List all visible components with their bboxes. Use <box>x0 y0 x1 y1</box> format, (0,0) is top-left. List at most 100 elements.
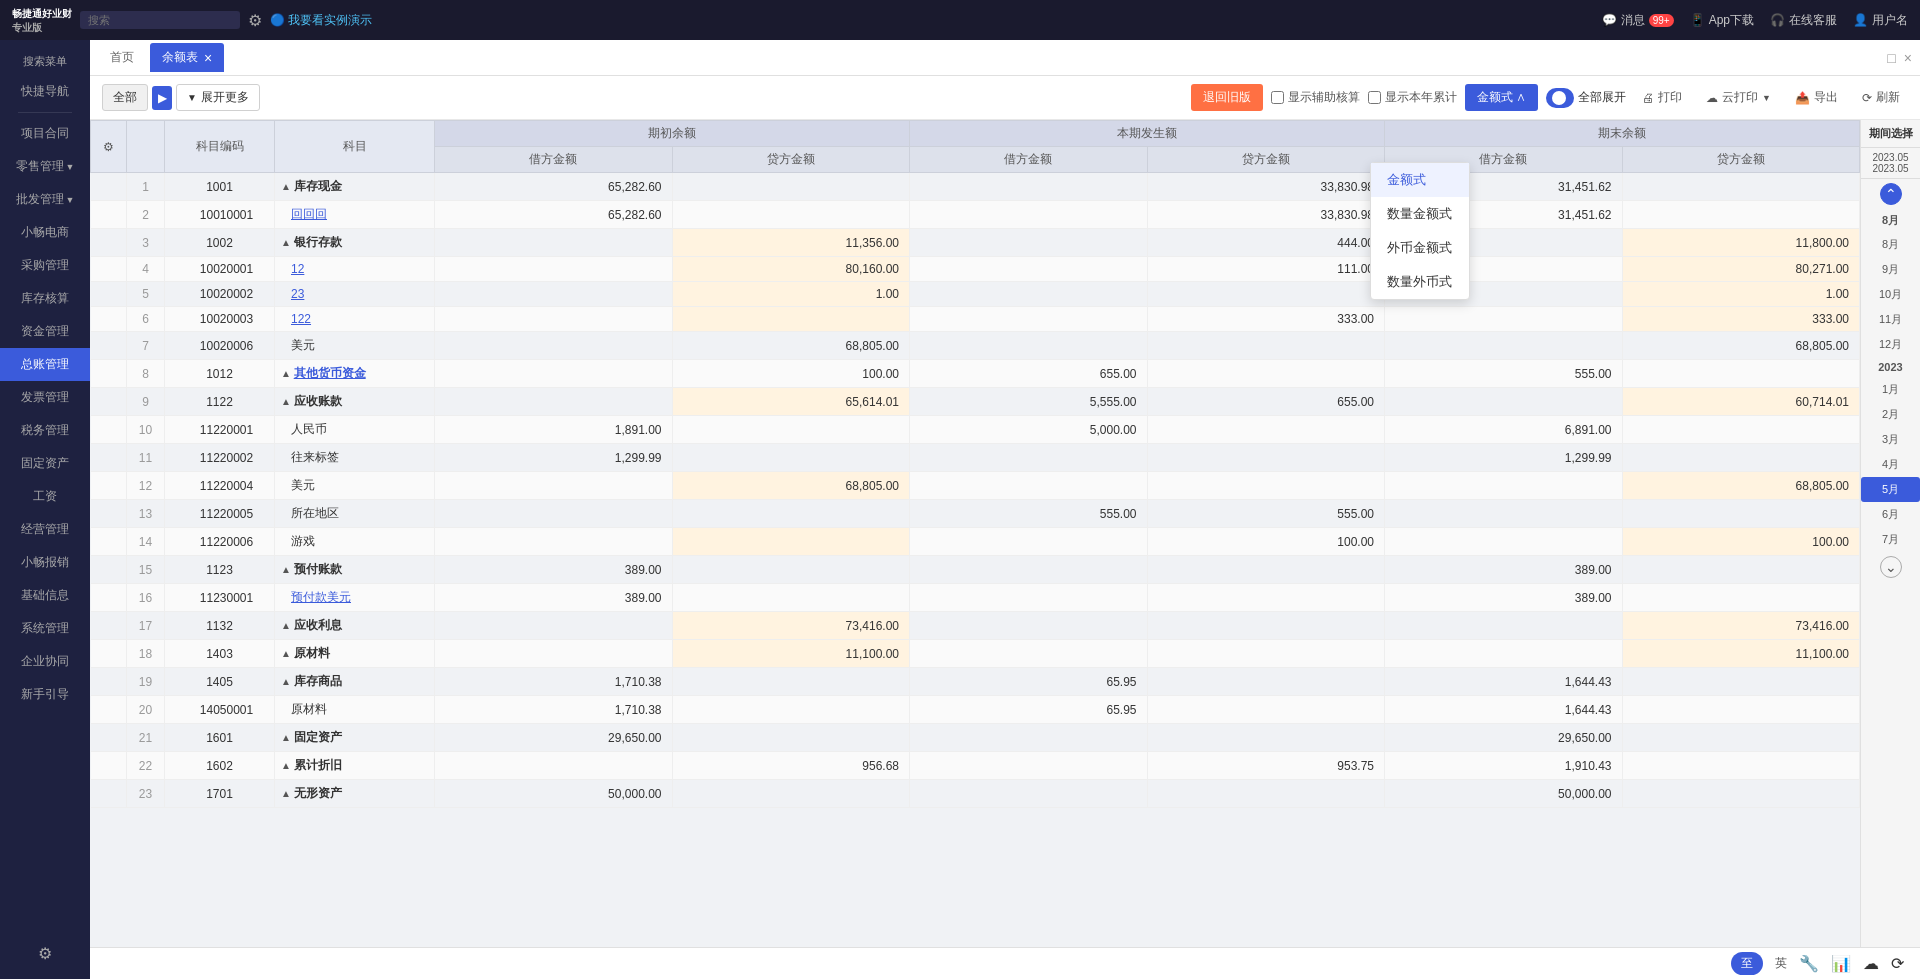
row-settings[interactable] <box>91 332 127 360</box>
row-settings[interactable] <box>91 444 127 472</box>
sidebar-item-tax[interactable]: 税务管理 <box>0 414 90 447</box>
scroll-up-button[interactable]: ⌃ <box>1880 183 1902 205</box>
restore-icon[interactable]: □ <box>1887 50 1895 66</box>
row-settings[interactable] <box>91 416 127 444</box>
sidebar-item-capital[interactable]: 资金管理 <box>0 315 90 348</box>
row-settings[interactable] <box>91 229 127 257</box>
sidebar-item-system[interactable]: 系统管理 <box>0 612 90 645</box>
show-year-total-check[interactable]: 显示本年累计 <box>1368 89 1457 106</box>
lang-toggle[interactable]: 英 <box>1775 955 1787 972</box>
show-assist-checkbox[interactable] <box>1271 91 1284 104</box>
view-mode-button[interactable]: 金额式 ∧ <box>1465 84 1538 111</box>
dropdown-item-amount[interactable]: 金额式 <box>1371 163 1469 197</box>
dropdown-item-qty-foreign[interactable]: 数量外币式 <box>1371 265 1469 299</box>
row-name[interactable]: 122 <box>275 307 435 332</box>
window-close-icon[interactable]: × <box>1904 50 1912 66</box>
print-button[interactable]: 🖨 打印 <box>1634 85 1690 110</box>
expand-more-button[interactable]: ▼ 展开更多 <box>176 84 260 111</box>
th-settings[interactable]: ⚙ <box>91 121 127 173</box>
row-settings[interactable] <box>91 640 127 668</box>
cloud-icon[interactable]: ☁ <box>1863 954 1879 973</box>
sidebar-gear-icon[interactable]: ⚙ <box>0 944 90 963</box>
sidebar-item-retail[interactable]: 零售管理 ▼ <box>0 150 90 183</box>
sidebar-item-expense[interactable]: 小畅报销 <box>0 546 90 579</box>
month-5[interactable]: 5月 <box>1861 477 1920 502</box>
row-settings[interactable] <box>91 752 127 780</box>
row-name[interactable]: 回回回 <box>275 201 435 229</box>
month-7[interactable]: 7月 <box>1861 527 1920 552</box>
toggle-switch[interactable] <box>1546 88 1574 108</box>
sidebar-item-guide[interactable]: 新手引导 <box>0 678 90 711</box>
sidebar-item-fixed-assets[interactable]: 固定资产 <box>0 447 90 480</box>
table-container[interactable]: ⚙ 科目编码 科目 期初余额 本期发生额 期末余额 借方金额 贷方金额 借方金额 <box>90 120 1860 947</box>
sidebar-item-payroll[interactable]: 工资 <box>0 480 90 513</box>
month-4[interactable]: 4月 <box>1861 452 1920 477</box>
month-1[interactable]: 1月 <box>1861 377 1920 402</box>
row-settings[interactable] <box>91 173 127 201</box>
export-button[interactable]: 📤 导出 <box>1787 85 1846 110</box>
tab-home[interactable]: 首页 <box>98 43 146 72</box>
refresh-button[interactable]: ⟳ 刷新 <box>1854 85 1908 110</box>
row-name[interactable]: 23 <box>275 282 435 307</box>
tab-balance[interactable]: 余额表 × <box>150 43 224 72</box>
month-6[interactable]: 6月 <box>1861 502 1920 527</box>
tab-close-icon[interactable]: × <box>204 50 212 66</box>
sidebar-item-ecommerce[interactable]: 小畅电商 <box>0 216 90 249</box>
month-2[interactable]: 2月 <box>1861 402 1920 427</box>
row-settings[interactable] <box>91 282 127 307</box>
sidebar-item-management[interactable]: 经营管理 <box>0 513 90 546</box>
tools-icon[interactable]: 🔧 <box>1799 954 1819 973</box>
nav-forward-button[interactable]: ▶ <box>152 86 172 110</box>
online-service-button[interactable]: 🎧 在线客服 <box>1770 12 1837 29</box>
month-12[interactable]: 12月 <box>1861 332 1920 357</box>
sidebar-item-quick-nav[interactable]: 快捷导航 <box>0 75 90 108</box>
chart-icon[interactable]: 📊 <box>1831 954 1851 973</box>
app-download-button[interactable]: 📱 App下载 <box>1690 12 1754 29</box>
month-3[interactable]: 3月 <box>1861 427 1920 452</box>
row-name[interactable]: 预付款美元 <box>275 584 435 612</box>
row-settings[interactable] <box>91 257 127 282</box>
sidebar-item-inventory[interactable]: 库存核算 <box>0 282 90 315</box>
sync-icon[interactable]: ⟳ <box>1891 954 1904 973</box>
show-year-total-checkbox[interactable] <box>1368 91 1381 104</box>
row-settings[interactable] <box>91 472 127 500</box>
sidebar-item-corp[interactable]: 企业协同 <box>0 645 90 678</box>
currency-button[interactable]: 至 <box>1731 952 1763 975</box>
month-11[interactable]: 11月 <box>1861 307 1920 332</box>
sidebar-item-project[interactable]: 项目合同 <box>0 117 90 150</box>
row-settings[interactable] <box>91 388 127 416</box>
row-settings[interactable] <box>91 201 127 229</box>
dropdown-item-foreign-amount[interactable]: 外币金额式 <box>1371 231 1469 265</box>
dropdown-item-qty-amount[interactable]: 数量金额式 <box>1371 197 1469 231</box>
sidebar-item-wholesale[interactable]: 批发管理 ▼ <box>0 183 90 216</box>
row-name[interactable]: 12 <box>275 257 435 282</box>
row-settings[interactable] <box>91 724 127 752</box>
scroll-down-button[interactable]: ⌄ <box>1880 556 1902 578</box>
row-settings[interactable] <box>91 556 127 584</box>
month-10[interactable]: 10月 <box>1861 282 1920 307</box>
row-settings[interactable] <box>91 668 127 696</box>
cloud-print-button[interactable]: ☁ 云打印 ▼ <box>1698 85 1779 110</box>
row-settings[interactable] <box>91 500 127 528</box>
sidebar-search-label[interactable]: 搜索菜单 <box>0 48 90 75</box>
back-old-version-button[interactable]: 退回旧版 <box>1191 84 1263 111</box>
row-settings[interactable] <box>91 696 127 724</box>
settings-icon[interactable]: ⚙ <box>248 11 262 30</box>
sidebar-item-ledger[interactable]: 总账管理 <box>0 348 90 381</box>
row-name[interactable]: ▲ 其他货币资金 <box>275 360 435 388</box>
top-search-input[interactable] <box>80 11 240 29</box>
row-settings[interactable] <box>91 780 127 808</box>
sidebar-item-basic-info[interactable]: 基础信息 <box>0 579 90 612</box>
user-button[interactable]: 👤 用户名 <box>1853 12 1908 29</box>
month-8[interactable]: 8月 <box>1861 232 1920 257</box>
row-settings[interactable] <box>91 584 127 612</box>
row-settings[interactable] <box>91 307 127 332</box>
row-settings[interactable] <box>91 612 127 640</box>
row-settings[interactable] <box>91 360 127 388</box>
show-assist-check[interactable]: 显示辅助核算 <box>1271 89 1360 106</box>
sidebar-item-invoice[interactable]: 发票管理 <box>0 381 90 414</box>
sidebar-item-purchase[interactable]: 采购管理 <box>0 249 90 282</box>
message-button[interactable]: 💬 消息 99+ <box>1602 12 1674 29</box>
row-settings[interactable] <box>91 528 127 556</box>
all-filter-button[interactable]: 全部 <box>102 84 148 111</box>
